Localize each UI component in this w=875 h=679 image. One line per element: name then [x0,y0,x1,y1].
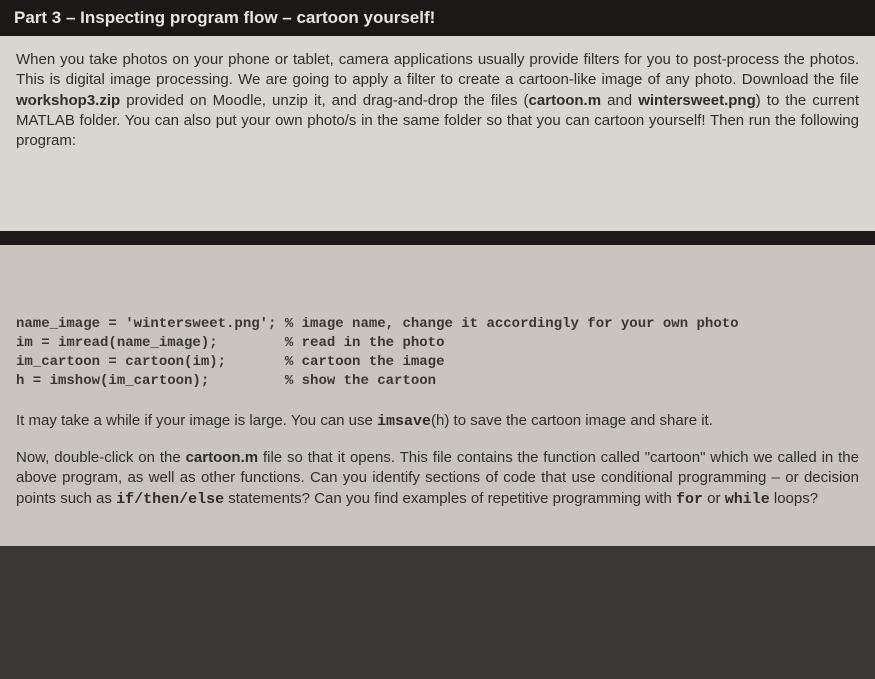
section-header: Part 3 – Inspecting program flow – carto… [0,0,875,36]
upper-page-section: Part 3 – Inspecting program flow – carto… [0,0,875,231]
q-text-i: loops? [770,490,818,507]
q-kw-for: for [676,491,703,508]
q-text-e: statements? Can you find examples of rep… [224,490,676,507]
intro-filename-png: wintersweet.png [638,92,756,109]
section-header-title: Part 3 – Inspecting program flow – carto… [14,8,435,27]
questions-paragraph: Now, double-click on the cartoon.m file … [16,448,859,510]
q-kw-ifthenelse: if/then/else [116,491,224,508]
q-text-a: Now, double-click on the [16,449,186,466]
lower-page-section: name_image = 'wintersweet.png'; % image … [0,245,875,546]
imsave-func: imsave [377,413,431,430]
q-filename-cartoon: cartoon.m [186,449,259,466]
intro-text-e: and [601,92,638,109]
intro-text-c: provided on Moodle, unzip it, and drag-a… [120,92,528,109]
intro-text-a: When you take photos on your phone or ta… [16,51,859,88]
intro-filename-cartoon: cartoon.m [529,92,602,109]
imsave-paragraph: It may take a while if your image is lar… [16,411,859,432]
q-kw-while: while [725,491,770,508]
intro-filename-zip: workshop3.zip [16,92,120,109]
intro-paragraph: When you take photos on your phone or ta… [0,36,875,151]
q-text-g: or [703,490,725,507]
page-divider [0,231,875,245]
imsave-text-c: (h) to save the cartoon image and share … [431,412,713,429]
imsave-text-a: It may take a while if your image is lar… [16,412,377,429]
matlab-code-block: name_image = 'wintersweet.png'; % image … [16,315,859,391]
